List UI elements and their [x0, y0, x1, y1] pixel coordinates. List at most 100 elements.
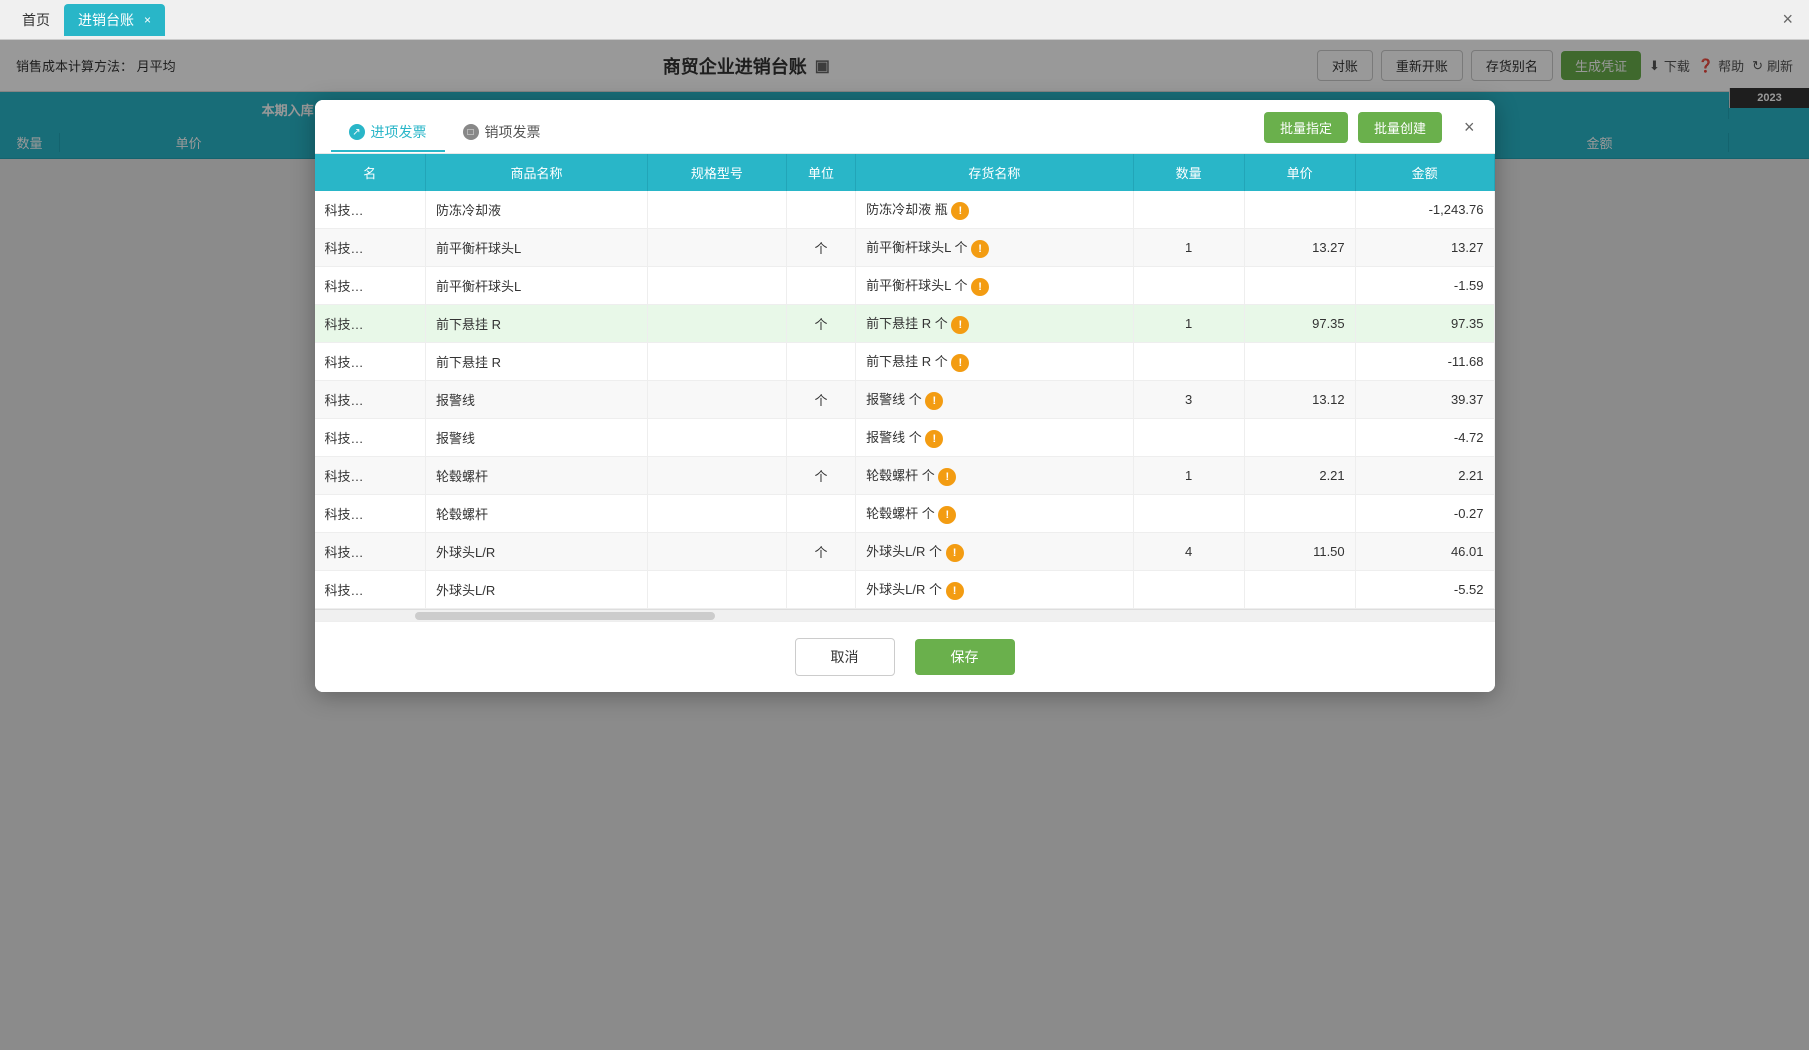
- cell-product: 前平衡杆球头L: [426, 229, 648, 267]
- cell-quantity: 4: [1133, 533, 1244, 571]
- cell-spec: [648, 305, 787, 343]
- cell-company: 科技…: [315, 419, 426, 457]
- save-button[interactable]: 保存: [915, 639, 1015, 675]
- cell-amount: 39.37: [1355, 381, 1494, 419]
- invoice-modal: ↗ 进项发票 □ 销项发票 批量指定 批量创建 ×: [315, 100, 1495, 692]
- cell-spec: [648, 381, 787, 419]
- cell-product: 报警线: [426, 419, 648, 457]
- ledger-tab-label: 进销台账: [78, 10, 134, 30]
- cell-quantity: [1133, 191, 1244, 229]
- cell-company: 科技…: [315, 229, 426, 267]
- cell-unit-price: [1244, 343, 1355, 381]
- cell-unit-price: 13.12: [1244, 381, 1355, 419]
- table-row: 科技… 防冻冷却液 防冻冷却液 瓶 ! -1,243.76: [315, 191, 1495, 229]
- cell-company: 科技…: [315, 495, 426, 533]
- tab-home[interactable]: 首页: [8, 4, 64, 36]
- cell-stock-name: 外球头L/R 个 !: [856, 571, 1134, 609]
- modal-overlay: ↗ 进项发票 □ 销项发票 批量指定 批量创建 ×: [0, 40, 1809, 1050]
- warn-icon: !: [946, 582, 964, 600]
- modal-header: ↗ 进项发票 □ 销项发票 批量指定 批量创建 ×: [315, 100, 1495, 154]
- cell-unit: [786, 191, 855, 229]
- batch-create-button[interactable]: 批量创建: [1358, 112, 1442, 143]
- modal-table-wrap[interactable]: 名 商品名称 规格型号 单位 存货名称 数量 单价 金额 科技… 防冻冷却液: [315, 154, 1495, 609]
- tab-close-icon[interactable]: ×: [144, 13, 151, 27]
- cell-amount: -1.59: [1355, 267, 1494, 305]
- cell-quantity: [1133, 267, 1244, 305]
- cell-amount: 97.35: [1355, 305, 1494, 343]
- table-row: 科技… 外球头L/R 外球头L/R 个 ! -5.52: [315, 571, 1495, 609]
- cell-spec: [648, 571, 787, 609]
- col-product: 商品名称: [426, 154, 648, 191]
- col-spec: 规格型号: [648, 154, 787, 191]
- table-row: 科技… 外球头L/R 个 外球头L/R 个 ! 4 11.50 46.01: [315, 533, 1495, 571]
- cell-amount: -1,243.76: [1355, 191, 1494, 229]
- invoice-table: 名 商品名称 规格型号 单位 存货名称 数量 单价 金额 科技… 防冻冷却液: [315, 154, 1495, 609]
- cell-unit-price: 97.35: [1244, 305, 1355, 343]
- cell-unit-price: [1244, 419, 1355, 457]
- tab-purchase-invoice[interactable]: ↗ 进项发票: [331, 114, 445, 152]
- cell-amount: 2.21: [1355, 457, 1494, 495]
- batch-assign-button[interactable]: 批量指定: [1264, 112, 1348, 143]
- cell-company: 科技…: [315, 457, 426, 495]
- cell-unit: 个: [786, 457, 855, 495]
- cell-unit: 个: [786, 381, 855, 419]
- cell-company: 科技…: [315, 191, 426, 229]
- cell-spec: [648, 419, 787, 457]
- cancel-button[interactable]: 取消: [795, 638, 895, 676]
- tab-bar: 首页 进销台账 × ×: [0, 0, 1809, 40]
- cell-unit: [786, 343, 855, 381]
- table-row: 科技… 前平衡杆球头L 个 前平衡杆球头L 个 ! 1 13.27 13.27: [315, 229, 1495, 267]
- cell-unit: 个: [786, 533, 855, 571]
- cell-company: 科技…: [315, 381, 426, 419]
- cell-quantity: 1: [1133, 457, 1244, 495]
- table-row: 科技… 轮毂螺杆 个 轮毂螺杆 个 ! 1 2.21 2.21: [315, 457, 1495, 495]
- cell-unit-price: [1244, 571, 1355, 609]
- col-quantity: 数量: [1133, 154, 1244, 191]
- cell-quantity: [1133, 495, 1244, 533]
- scrollbar-thumb[interactable]: [415, 612, 715, 620]
- cell-quantity: [1133, 343, 1244, 381]
- cell-product: 前下悬挂 R: [426, 305, 648, 343]
- sales-tab-icon: □: [463, 124, 479, 140]
- warn-icon: !: [951, 202, 969, 220]
- tab-sales-invoice[interactable]: □ 销项发票: [445, 114, 559, 152]
- cell-unit: [786, 419, 855, 457]
- col-company: 名: [315, 154, 426, 191]
- home-tab-label: 首页: [22, 10, 50, 30]
- window-close-button[interactable]: ×: [1774, 5, 1801, 34]
- tab-ledger[interactable]: 进销台账 ×: [64, 4, 165, 36]
- cell-product: 报警线: [426, 381, 648, 419]
- modal-close-button[interactable]: ×: [1460, 117, 1479, 138]
- warn-icon: !: [938, 468, 956, 486]
- cell-spec: [648, 495, 787, 533]
- table-row: 科技… 前下悬挂 R 个 前下悬挂 R 个 ! 1 97.35 97.35: [315, 305, 1495, 343]
- warn-icon: !: [951, 316, 969, 334]
- cell-product: 防冻冷却液: [426, 191, 648, 229]
- modal-actions: 批量指定 批量创建 ×: [1264, 112, 1479, 153]
- cell-quantity: 1: [1133, 305, 1244, 343]
- cell-spec: [648, 229, 787, 267]
- cell-quantity: 1: [1133, 229, 1244, 267]
- modal-horizontal-scrollbar[interactable]: [315, 609, 1495, 621]
- cell-company: 科技…: [315, 571, 426, 609]
- cell-unit: 个: [786, 305, 855, 343]
- purchase-tab-icon: ↗: [349, 124, 365, 140]
- cell-product: 前平衡杆球头L: [426, 267, 648, 305]
- cell-stock-name: 前下悬挂 R 个 !: [856, 343, 1134, 381]
- col-stock-name: 存货名称: [856, 154, 1134, 191]
- cell-company: 科技…: [315, 343, 426, 381]
- warn-icon: !: [925, 430, 943, 448]
- table-row: 科技… 前下悬挂 R 前下悬挂 R 个 ! -11.68: [315, 343, 1495, 381]
- warn-icon: !: [951, 354, 969, 372]
- cell-product: 前下悬挂 R: [426, 343, 648, 381]
- col-amount: 金额: [1355, 154, 1494, 191]
- cell-spec: [648, 457, 787, 495]
- cell-product: 外球头L/R: [426, 571, 648, 609]
- cell-amount: 13.27: [1355, 229, 1494, 267]
- warn-icon: !: [938, 506, 956, 524]
- cell-stock-name: 轮毂螺杆 个 !: [856, 457, 1134, 495]
- cell-stock-name: 外球头L/R 个 !: [856, 533, 1134, 571]
- modal-footer: 取消 保存: [315, 621, 1495, 692]
- sales-tab-label: 销项发票: [485, 122, 541, 142]
- main-content: 销售成本计算方法： 月平均 商贸企业进销台账 ▣ 对账 重新开账 存货别名 生成…: [0, 40, 1809, 1050]
